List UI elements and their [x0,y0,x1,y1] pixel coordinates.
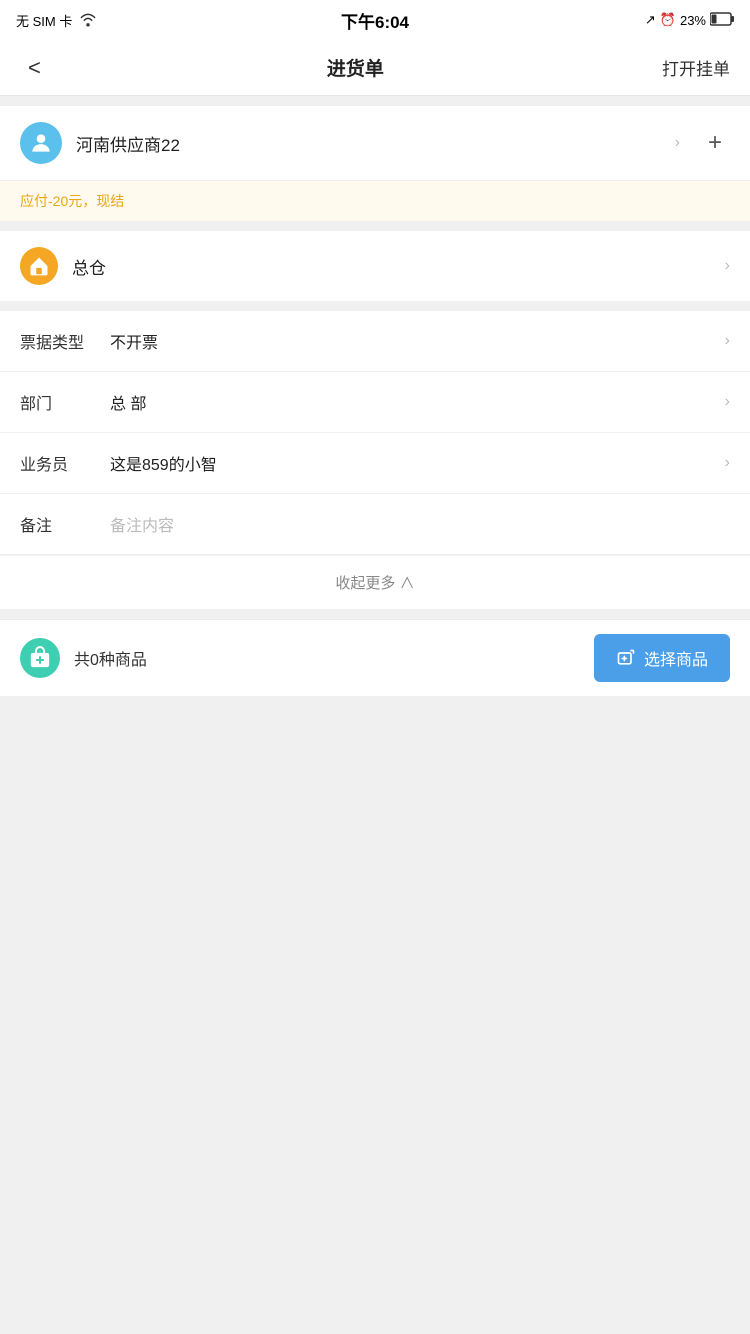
bottom-bar: 共0种商品 选择商品 [0,619,750,696]
open-pending-button[interactable]: 打开挂单 [662,55,730,80]
salesperson-row[interactable]: 业务员 这是859的小智 › [0,433,750,494]
collapse-label: 收起更多 ∧ [335,572,414,593]
page-title: 进货单 [327,54,384,81]
select-product-label: 选择商品 [644,646,708,670]
status-bar: 无 SIM 卡 下午6:04 ↗ ⏰ 23% [0,0,750,40]
warning-row: 应付-20元，现结 [0,181,750,221]
wifi-icon [78,11,98,30]
warehouse-row[interactable]: 总仓 › [0,231,750,301]
department-chevron-icon: › [725,393,730,411]
status-time: 下午6:04 [341,8,409,33]
warehouse-chevron-icon: › [725,257,730,275]
department-value: 总 部 [110,390,725,414]
warehouse-name: 总仓 [72,254,725,279]
warning-text: 应付-20元，现结 [20,193,124,209]
remark-row[interactable]: 备注 备注内容 [0,494,750,554]
supplier-card: 河南供应商22 › + 应付-20元，现结 [0,106,750,221]
carrier-text: 无 SIM 卡 [16,11,72,30]
section-gap-2 [0,221,750,231]
status-right: ↗ ⏰ 23% [645,12,734,29]
warehouse-card: 总仓 › [0,231,750,301]
invoice-type-value: 不开票 [110,329,725,353]
department-label: 部门 [20,390,110,414]
product-count-text: 共0种商品 [74,646,594,670]
alarm-icon: ⏰ [660,12,676,28]
salesperson-label: 业务员 [20,451,110,475]
warehouse-icon [20,247,58,285]
location-icon: ↗ [645,12,656,28]
back-button[interactable]: < [20,47,49,89]
supplier-avatar [20,122,62,164]
nav-bar: < 进货单 打开挂单 [0,40,750,96]
form-section: 票据类型 不开票 › 部门 总 部 › 业务员 这是859的小智 › 备注 备注… [0,311,750,554]
status-left: 无 SIM 卡 [16,11,98,30]
salesperson-chevron-icon: › [725,454,730,472]
remark-label: 备注 [20,512,110,536]
salesperson-value: 这是859的小智 [110,451,725,475]
supplier-name: 河南供应商22 [76,131,675,156]
product-icon [20,638,60,678]
invoice-type-chevron-icon: › [725,332,730,350]
supplier-row[interactable]: 河南供应商22 › + [0,106,750,181]
collapse-row[interactable]: 收起更多 ∧ [0,555,750,609]
select-product-button[interactable]: 选择商品 [594,634,730,682]
battery-text: 23% [680,13,706,28]
remark-value[interactable]: 备注内容 [110,512,730,536]
supplier-add-button[interactable]: + [700,125,730,161]
department-row[interactable]: 部门 总 部 › [0,372,750,433]
invoice-type-label: 票据类型 [20,329,110,353]
section-gap-3 [0,301,750,311]
section-gap-1 [0,96,750,106]
battery-icon [710,12,734,29]
invoice-type-row[interactable]: 票据类型 不开票 › [0,311,750,372]
supplier-chevron-icon: › [675,134,680,152]
page-background [0,696,750,996]
